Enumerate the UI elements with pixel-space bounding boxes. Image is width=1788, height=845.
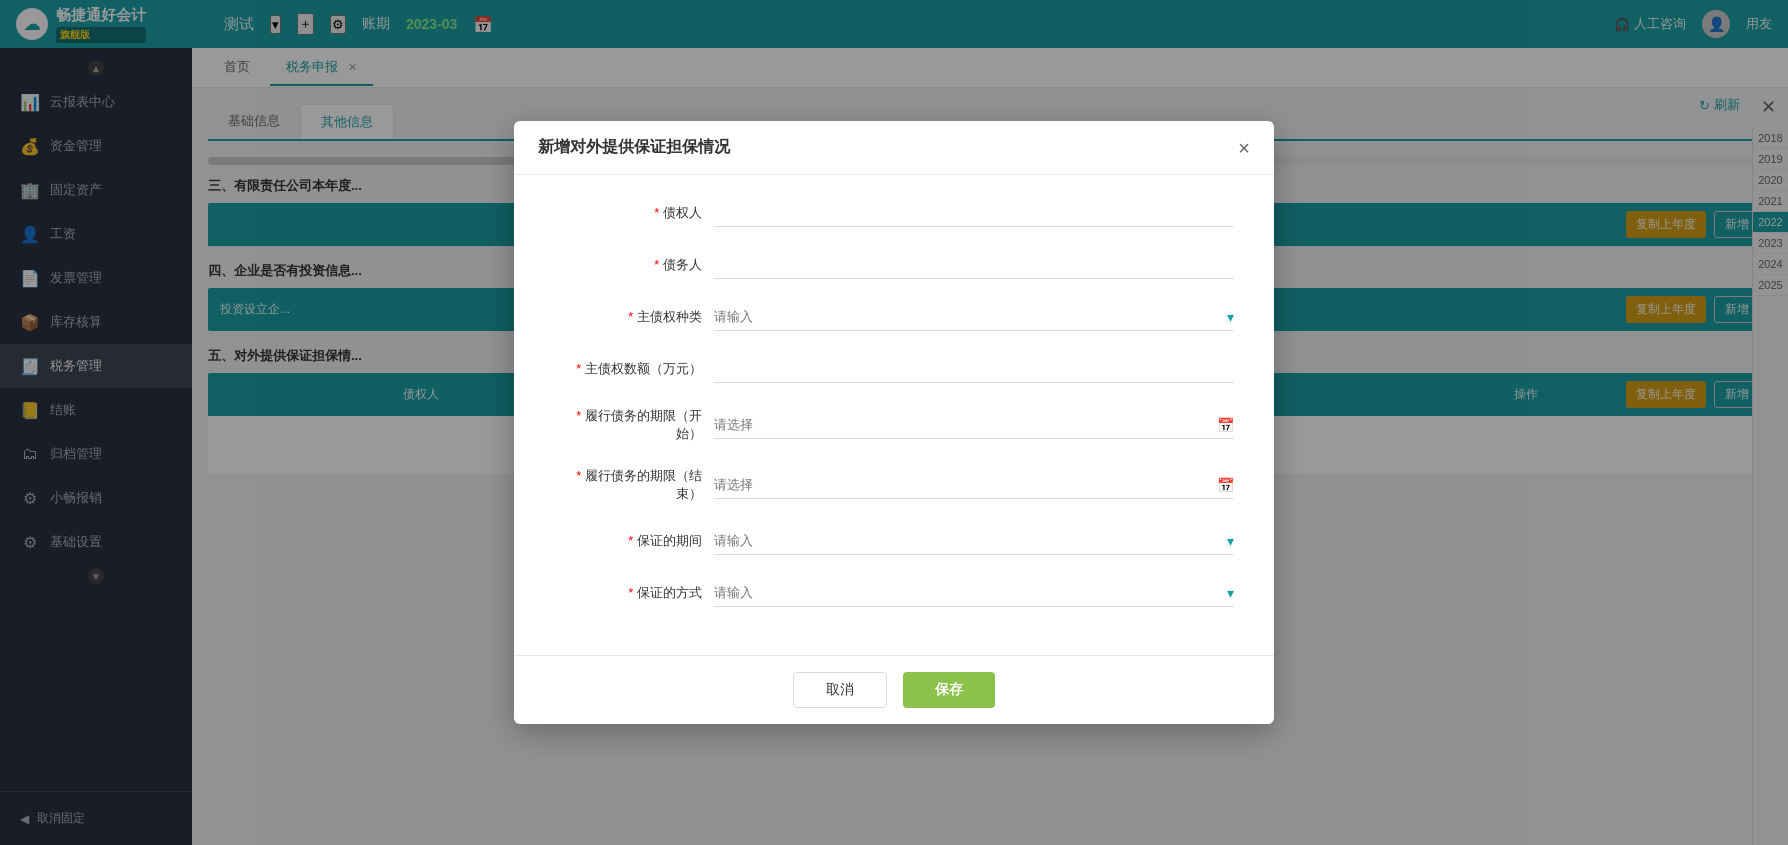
form-row-claim-type: * 主债权种类 ▾ [554, 303, 1234, 331]
form-row-claim-amount: * 主债权数额（万元） [554, 355, 1234, 383]
modal-footer: 取消 保存 [514, 655, 1274, 724]
label-claim-amount: * 主债权数额（万元） [554, 360, 714, 378]
label-creditor: * 债权人 [554, 204, 714, 222]
label-guarantee-period: * 保证的期间 [554, 532, 714, 550]
input-period-start[interactable] [714, 411, 1217, 438]
input-guarantee-period[interactable] [714, 527, 1227, 554]
label-guarantee-method: * 保证的方式 [554, 584, 714, 602]
modal-close-btn[interactable]: × [1238, 138, 1250, 158]
chevron-down-guarantee-period-icon: ▾ [1227, 533, 1234, 549]
form-row-guarantee-period: * 保证的期间 ▾ [554, 527, 1234, 555]
calendar-start-icon: 📅 [1217, 417, 1234, 433]
modal-title: 新增对外提供保证担保情况 [538, 137, 730, 158]
modal-header: 新增对外提供保证担保情况 × [514, 121, 1274, 175]
date-period-end[interactable]: 📅 [714, 471, 1234, 499]
form-row-period-end: * 履行债务的期限（结束） 📅 [554, 467, 1234, 503]
modal-backdrop: 新增对外提供保证担保情况 × * 债权人 * 债务人 [0, 0, 1788, 845]
input-claim-amount[interactable] [714, 355, 1234, 383]
input-debtor[interactable] [714, 251, 1234, 279]
select-guarantee-period[interactable]: ▾ [714, 527, 1234, 555]
label-claim-type: * 主债权种类 [554, 308, 714, 326]
form-row-debtor: * 债务人 [554, 251, 1234, 279]
cancel-button[interactable]: 取消 [793, 672, 887, 708]
input-claim-type[interactable] [714, 303, 1227, 330]
label-debtor: * 债务人 [554, 256, 714, 274]
label-period-end: * 履行债务的期限（结束） [554, 467, 714, 503]
label-period-start: * 履行债务的期限（开始） [554, 407, 714, 443]
modal-body: * 债权人 * 债务人 * 主债权种类 [514, 175, 1274, 655]
chevron-down-guarantee-method-icon: ▾ [1227, 585, 1234, 601]
form-row-creditor: * 债权人 [554, 199, 1234, 227]
calendar-end-icon: 📅 [1217, 477, 1234, 493]
chevron-down-icon: ▾ [1227, 309, 1234, 325]
select-guarantee-method[interactable]: ▾ [714, 579, 1234, 607]
select-claim-type[interactable]: ▾ [714, 303, 1234, 331]
input-guarantee-method[interactable] [714, 579, 1227, 606]
input-period-end[interactable] [714, 471, 1217, 498]
modal-dialog: 新增对外提供保证担保情况 × * 债权人 * 债务人 [514, 121, 1274, 724]
input-creditor[interactable] [714, 199, 1234, 227]
date-period-start[interactable]: 📅 [714, 411, 1234, 439]
form-row-guarantee-method: * 保证的方式 ▾ [554, 579, 1234, 607]
save-button[interactable]: 保存 [903, 672, 995, 708]
form-row-period-start: * 履行债务的期限（开始） 📅 [554, 407, 1234, 443]
